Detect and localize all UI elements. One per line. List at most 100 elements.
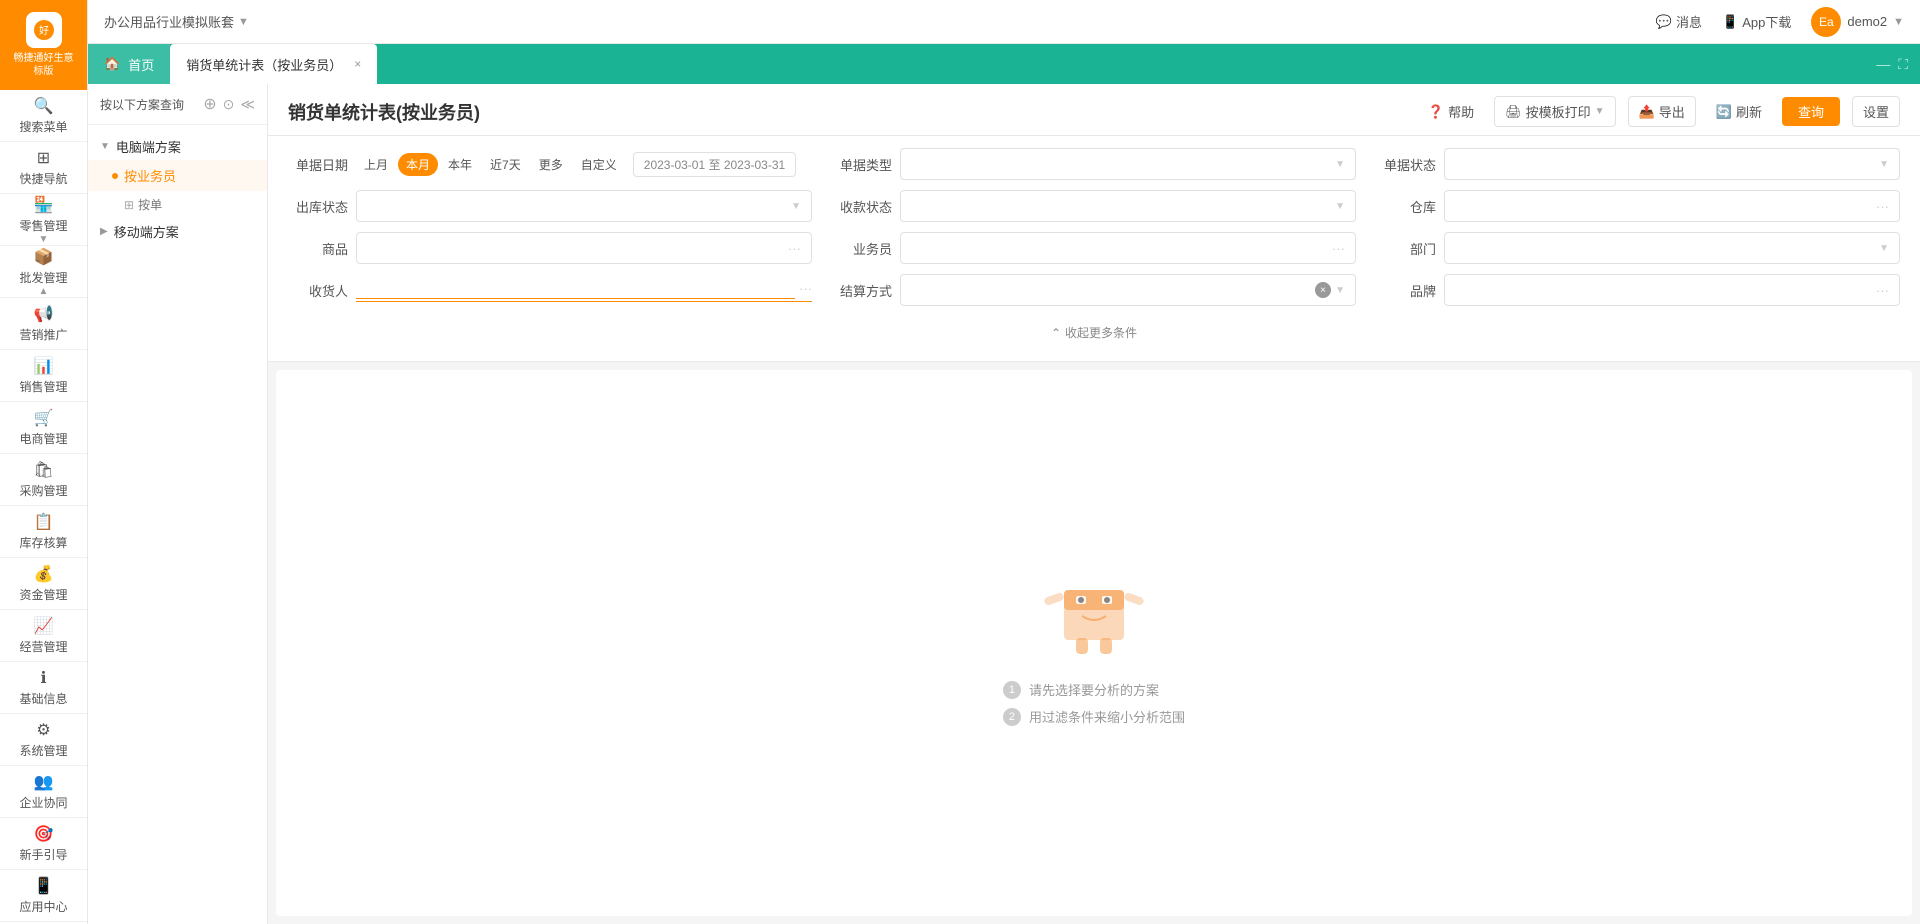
empty-tips: 1 请先选择要分析的方案 2 用过滤条件来缩小分析范围 <box>1003 680 1185 726</box>
out-status-select[interactable]: ▼ <box>356 190 812 222</box>
user-profile[interactable]: Ea demo2 ▼ <box>1811 7 1904 37</box>
sidebar-item-inventory[interactable]: 📋 库存核算 <box>0 506 87 558</box>
sidebar-item-procurement[interactable]: 🛍 采购管理 <box>0 454 87 506</box>
salesperson-select[interactable]: ··· <box>900 232 1356 264</box>
app-download-button[interactable]: 📱 App下载 <box>1722 12 1791 31</box>
industry-select[interactable]: 办公用品行业模拟账套 ▼ <box>104 12 249 31</box>
doc-status-arrow-icon: ▼ <box>1879 159 1889 170</box>
brand-select[interactable]: ··· <box>1444 274 1900 306</box>
filter-warehouse-field: 仓库 ··· <box>1376 190 1900 222</box>
date-tabs: 上月 本月 本年 近7天 更多 自定义 <box>356 153 625 176</box>
dept-arrow-icon: ▼ <box>1879 243 1889 254</box>
tab-sales-stats[interactable]: 销货单统计表（按业务员） × <box>170 44 377 84</box>
query-button[interactable]: 查询 <box>1782 97 1840 126</box>
app-name: 畅捷通好生意 标版 <box>14 52 74 78</box>
consignee-input[interactable] <box>356 279 795 299</box>
inventory-icon: 📋 <box>34 512 54 532</box>
doc-type-arrow-icon: ▼ <box>1335 159 1345 170</box>
date-range-display[interactable]: 2023-03-01 至 2023-03-31 <box>633 152 796 177</box>
desktop-scheme-title[interactable]: ▼ 电脑端方案 <box>88 133 267 160</box>
sidebar-item-marketing[interactable]: 📢 营销推广 <box>0 298 87 350</box>
filter-salesperson-field: 业务员 ··· <box>832 232 1356 264</box>
sidebar-item-finance[interactable]: 💰 资金管理 <box>0 558 87 610</box>
sidebar-item-basic-info[interactable]: ℹ 基础信息 <box>0 662 87 714</box>
system-icon: ⚙ <box>36 720 50 740</box>
scheme-sub-item-order[interactable]: ⊞ 按单 <box>88 191 267 218</box>
settlement-clear-icon[interactable]: × <box>1315 282 1331 298</box>
date-filter-control: 上月 本月 本年 近7天 更多 自定义 2023-03-01 至 2023-03… <box>356 152 796 177</box>
scheme-item-salesperson[interactable]: 按业务员 <box>88 160 267 191</box>
filter-row-1: 单据日期 上月 本月 本年 近7天 更多 自定义 2023-03-01 至 20… <box>288 148 1900 180</box>
mobile-scheme-title[interactable]: ▶ 移动端方案 <box>88 218 267 245</box>
add-scheme-icon[interactable]: ⊕ <box>203 94 216 114</box>
warehouse-select[interactable]: ··· <box>1444 190 1900 222</box>
collapse-bar[interactable]: ⌃ 收起更多条件 <box>288 316 1900 349</box>
sidebar-item-operations[interactable]: 📈 经营管理 <box>0 610 87 662</box>
print-button[interactable]: 🖨 按模板打印 ▼ <box>1494 96 1615 127</box>
content-area: 按以下方案查询 ⊕ ⊙ ≪ ▼ 电脑端方案 按业务员 ⊞ 按单 <box>88 84 1920 924</box>
date-tab-this-year[interactable]: 本年 <box>440 153 480 176</box>
doc-status-label: 单据状态 <box>1376 155 1436 174</box>
doc-type-label: 单据类型 <box>832 155 892 174</box>
filter-row-3: 商品 ··· 业务员 ··· <box>288 232 1900 264</box>
export-icon: 📤 <box>1639 104 1655 120</box>
department-select[interactable]: ▼ <box>1444 232 1900 264</box>
date-tab-7days[interactable]: 近7天 <box>482 153 529 176</box>
filter-date-field: 单据日期 上月 本月 本年 近7天 更多 自定义 2023-03-01 至 20… <box>288 152 812 177</box>
out-status-label: 出库状态 <box>288 197 348 216</box>
consignee-ellipsis-icon: ··· <box>799 281 812 296</box>
sidebar-item-ecommerce[interactable]: 🛒 电商管理 <box>0 402 87 454</box>
sidebar-item-collaboration[interactable]: 👥 企业协同 <box>0 766 87 818</box>
help-button[interactable]: ❓ 帮助 <box>1420 98 1482 125</box>
date-tab-this-month[interactable]: 本月 <box>398 153 438 176</box>
filter-department-field: 部门 ▼ <box>1376 232 1900 264</box>
settings-button[interactable]: 设置 <box>1852 96 1900 127</box>
collapse-sidebar-icon[interactable]: ≪ <box>240 96 255 113</box>
receipt-status-arrow-icon: ▼ <box>1335 201 1345 212</box>
topbar-left: 办公用品行业模拟账套 ▼ <box>104 12 249 31</box>
ecommerce-icon: 🛒 <box>34 408 54 428</box>
maximize-icon[interactable]: ⛶ <box>1898 56 1908 73</box>
marketing-icon: 📢 <box>34 304 54 324</box>
main-panel: 销货单统计表(按业务员) ❓ 帮助 🖨 按模板打印 ▼ 📤 导出 <box>268 84 1920 924</box>
date-tab-more[interactable]: 更多 <box>531 153 571 176</box>
export-button[interactable]: 📤 导出 <box>1628 96 1696 127</box>
sidebar-item-guide[interactable]: 🎯 新手引导 <box>0 818 87 870</box>
tab-close-icon[interactable]: × <box>354 57 361 71</box>
goods-select[interactable]: ··· <box>356 232 812 264</box>
ellipsis-icon: ··· <box>1876 199 1889 214</box>
sidebar-item-retail[interactable]: 🏪 零售管理 ▼ <box>0 194 87 246</box>
sidebar-item-system[interactable]: ⚙ 系统管理 <box>0 714 87 766</box>
settlement-select[interactable]: × ▼ <box>900 274 1356 306</box>
svg-text:好: 好 <box>39 25 49 37</box>
receipt-status-select[interactable]: ▼ <box>900 190 1356 222</box>
date-tab-last-month[interactable]: 上月 <box>356 153 396 176</box>
salesperson-label: 业务员 <box>832 239 892 258</box>
user-chevron-icon: ▼ <box>1893 16 1904 28</box>
main-area: 办公用品行业模拟账套 ▼ 💬 消息 📱 App下载 Ea demo2 ▼ <box>88 0 1920 924</box>
empty-state: 1 请先选择要分析的方案 2 用过滤条件来缩小分析范围 <box>276 370 1912 916</box>
filter-doc-status-field: 单据状态 ▼ <box>1376 148 1900 180</box>
refresh-button[interactable]: 🔄 刷新 <box>1708 98 1770 125</box>
consignee-input-wrapper: ··· <box>356 279 812 302</box>
sidebar-item-app-center[interactable]: 📱 应用中心 <box>0 870 87 922</box>
date-tab-custom[interactable]: 自定义 <box>573 153 625 176</box>
message-icon: 💬 <box>1656 14 1672 30</box>
sidebar-item-wholesale[interactable]: 📦 批发管理 ▲ <box>0 246 87 298</box>
minimize-icon[interactable]: — <box>1876 56 1890 72</box>
messages-button[interactable]: 💬 消息 <box>1656 12 1702 31</box>
doc-status-select[interactable]: ▼ <box>1444 148 1900 180</box>
empty-tip-2: 2 用过滤条件来缩小分析范围 <box>1003 707 1185 726</box>
sidebar-item-shortcuts[interactable]: ⊞ 快捷导航 <box>0 142 87 194</box>
warehouse-label: 仓库 <box>1376 197 1436 216</box>
doc-type-select[interactable]: ▼ <box>900 148 1356 180</box>
sidebar-item-search[interactable]: 🔍 搜索菜单 <box>0 90 87 142</box>
query-sidebar: 按以下方案查询 ⊕ ⊙ ≪ ▼ 电脑端方案 按业务员 ⊞ 按单 <box>88 84 268 924</box>
edit-scheme-icon[interactable]: ⊙ <box>223 96 235 113</box>
sidebar-item-sales[interactable]: 📊 销售管理 <box>0 350 87 402</box>
desktop-scheme-group: ▼ 电脑端方案 按业务员 ⊞ 按单 ▶ 移动端方案 <box>88 125 267 253</box>
tab-home[interactable]: 🏠 首页 <box>88 44 170 84</box>
goods-ellipsis-icon: ··· <box>788 241 801 256</box>
brand-ellipsis-icon: ··· <box>1876 283 1889 298</box>
salesperson-ellipsis-icon: ··· <box>1332 241 1345 256</box>
